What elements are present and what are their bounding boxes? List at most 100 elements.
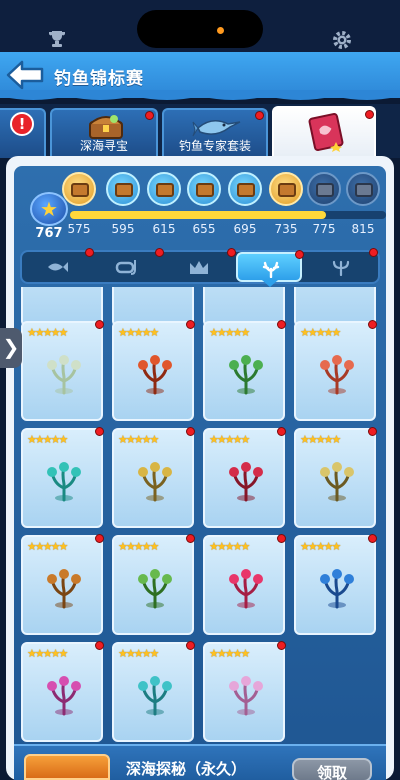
item-card-pink-fan-coral[interactable]: ★★★★★: [203, 534, 286, 635]
notification-dot: [227, 248, 236, 257]
item-card-green-seaweed[interactable]: ★★★★★: [112, 534, 195, 635]
milestone-score: 815: [351, 222, 375, 236]
pink-fan-coral-icon: [229, 569, 263, 609]
tab-album[interactable]: [272, 106, 376, 158]
item-card-yellow-mushroom-coral[interactable]: ★★★★★: [112, 427, 195, 528]
red-staghorn-coral-icon: [320, 355, 354, 395]
notification-dot: [186, 641, 195, 650]
item-card-blue-fan-coral[interactable]: ★★★★★: [294, 534, 377, 635]
notification-dot: [255, 111, 264, 120]
item-card-teal-coral[interactable]: ★★★★★: [21, 427, 104, 528]
star-rating: ★★★★★: [300, 326, 341, 339]
item-card-orange-tree-coral[interactable]: ★★★★★: [21, 534, 104, 635]
swordfish-icon: [192, 120, 241, 137]
item-card-red-staghorn-coral[interactable]: ★★★★★: [294, 320, 377, 421]
notification-dot: [277, 320, 286, 329]
category-tab-fish[interactable]: [24, 248, 94, 282]
star-rating: ★★★★★: [118, 540, 159, 553]
side-drawer-handle[interactable]: ❯: [0, 328, 22, 368]
item-card-flower-branch-coral[interactable]: ★★★★★: [294, 427, 377, 528]
milestone-score: 615: [152, 222, 176, 236]
blue-fan-coral-icon: [320, 569, 354, 609]
milestone-score: 775: [312, 222, 336, 236]
camera-notch: [137, 10, 263, 48]
item-card-pink-branch-coral[interactable]: ★★★★★: [21, 641, 104, 742]
snorkel-mask-icon: [115, 260, 136, 275]
lilac-coral-icon: [229, 676, 263, 716]
green-kelp-icon: [229, 355, 263, 395]
notification-dot: [368, 427, 377, 436]
cyan-branch-coral-icon: [138, 676, 172, 716]
trident-icon: [332, 260, 350, 276]
teal-coral-icon: [47, 462, 81, 502]
star-rating: ★★★★★: [118, 326, 159, 339]
item-card-cyan-branch-coral[interactable]: ★★★★★: [112, 641, 195, 742]
item-card-green-kelp[interactable]: ★★★★★: [203, 320, 286, 421]
category-tab-crown[interactable]: [166, 248, 236, 282]
item-card-red-butterfly-coral[interactable]: ★★★★★: [203, 427, 286, 528]
star-rating: ★★★★★: [300, 540, 341, 553]
category-tab-trident[interactable]: [308, 248, 378, 282]
star-rating: ★★★★★: [118, 433, 159, 446]
milestone-chest[interactable]: [187, 172, 221, 206]
notification-dot: [277, 427, 286, 436]
star-points-orb: ★: [30, 192, 68, 226]
milestone-chest[interactable]: [307, 172, 341, 206]
gear-icon[interactable]: [332, 30, 352, 50]
star-rating: ★★★★★: [209, 433, 250, 446]
milestone-chest[interactable]: [269, 172, 303, 206]
red-butterfly-coral-icon: [229, 462, 263, 502]
milestone-chest[interactable]: [228, 172, 262, 206]
milestone-score: 735: [274, 222, 298, 236]
item-card-red-fan-coral[interactable]: ★★★★★: [112, 320, 195, 421]
notification-dot: [365, 110, 374, 119]
notification-dot: [155, 248, 164, 257]
star-rating: ★★★★★: [27, 540, 68, 553]
notification-dot: [186, 534, 195, 543]
trophy-icon[interactable]: [47, 30, 67, 48]
pale-coral-icon: [47, 355, 81, 395]
notification-dot: [368, 534, 377, 543]
reward-name: 深海探秘（永久）: [126, 760, 247, 778]
tab-fishing-expert-set[interactable]: 钓鱼专家套装: [162, 108, 268, 158]
red-fan-coral-icon: [138, 355, 172, 395]
treasure-chest-icon: [71, 183, 89, 197]
flower-branch-coral-icon: [320, 462, 354, 502]
milestone-chest[interactable]: [147, 172, 181, 206]
category-tab-snorkel-mask[interactable]: [94, 248, 164, 282]
milestone-chest[interactable]: [106, 172, 140, 206]
notification-dot: [368, 320, 377, 329]
milestone-chest[interactable]: [62, 172, 96, 206]
header-wave-edge: [0, 90, 400, 100]
star-rating: ★★★★★: [27, 433, 68, 446]
back-button[interactable]: [4, 58, 46, 92]
milestone-score: 595: [111, 222, 135, 236]
treasure-chest-icon: [115, 183, 133, 197]
fish-icon: [48, 262, 68, 272]
item-card-lilac-coral[interactable]: ★★★★★: [203, 641, 286, 742]
reward-thumbnail: [24, 754, 110, 780]
notification-dot: [95, 320, 104, 329]
milestone-chest[interactable]: [346, 172, 380, 206]
green-seaweed-icon: [138, 569, 172, 609]
category-pointer: [262, 280, 278, 287]
pink-branch-coral-icon: [47, 676, 81, 716]
treasure-chest-icon: [196, 183, 214, 197]
crown-icon: [190, 261, 208, 274]
tab-label: 钓鱼专家套装: [178, 139, 251, 153]
claim-button[interactable]: 领取: [292, 758, 372, 780]
star-rating: ★★★★★: [209, 647, 250, 660]
star-rating: ★★★★★: [118, 647, 159, 660]
orange-tree-coral-icon: [47, 569, 81, 609]
notification-dot: [369, 248, 378, 257]
notification-dot: [95, 641, 104, 650]
treasure-chest-icon: [355, 183, 373, 197]
treasure-chest-icon: [156, 183, 174, 197]
notification-dot: [85, 248, 94, 257]
tab-deep-sea-treasure[interactable]: 深海寻宝: [50, 108, 158, 158]
notification-dot: [145, 111, 154, 120]
item-card-pale-coral[interactable]: ★★★★★: [21, 320, 104, 421]
camera-indicator: [217, 27, 224, 34]
category-tab-coral[interactable]: [236, 250, 304, 282]
star-rating: ★★★★★: [300, 433, 341, 446]
